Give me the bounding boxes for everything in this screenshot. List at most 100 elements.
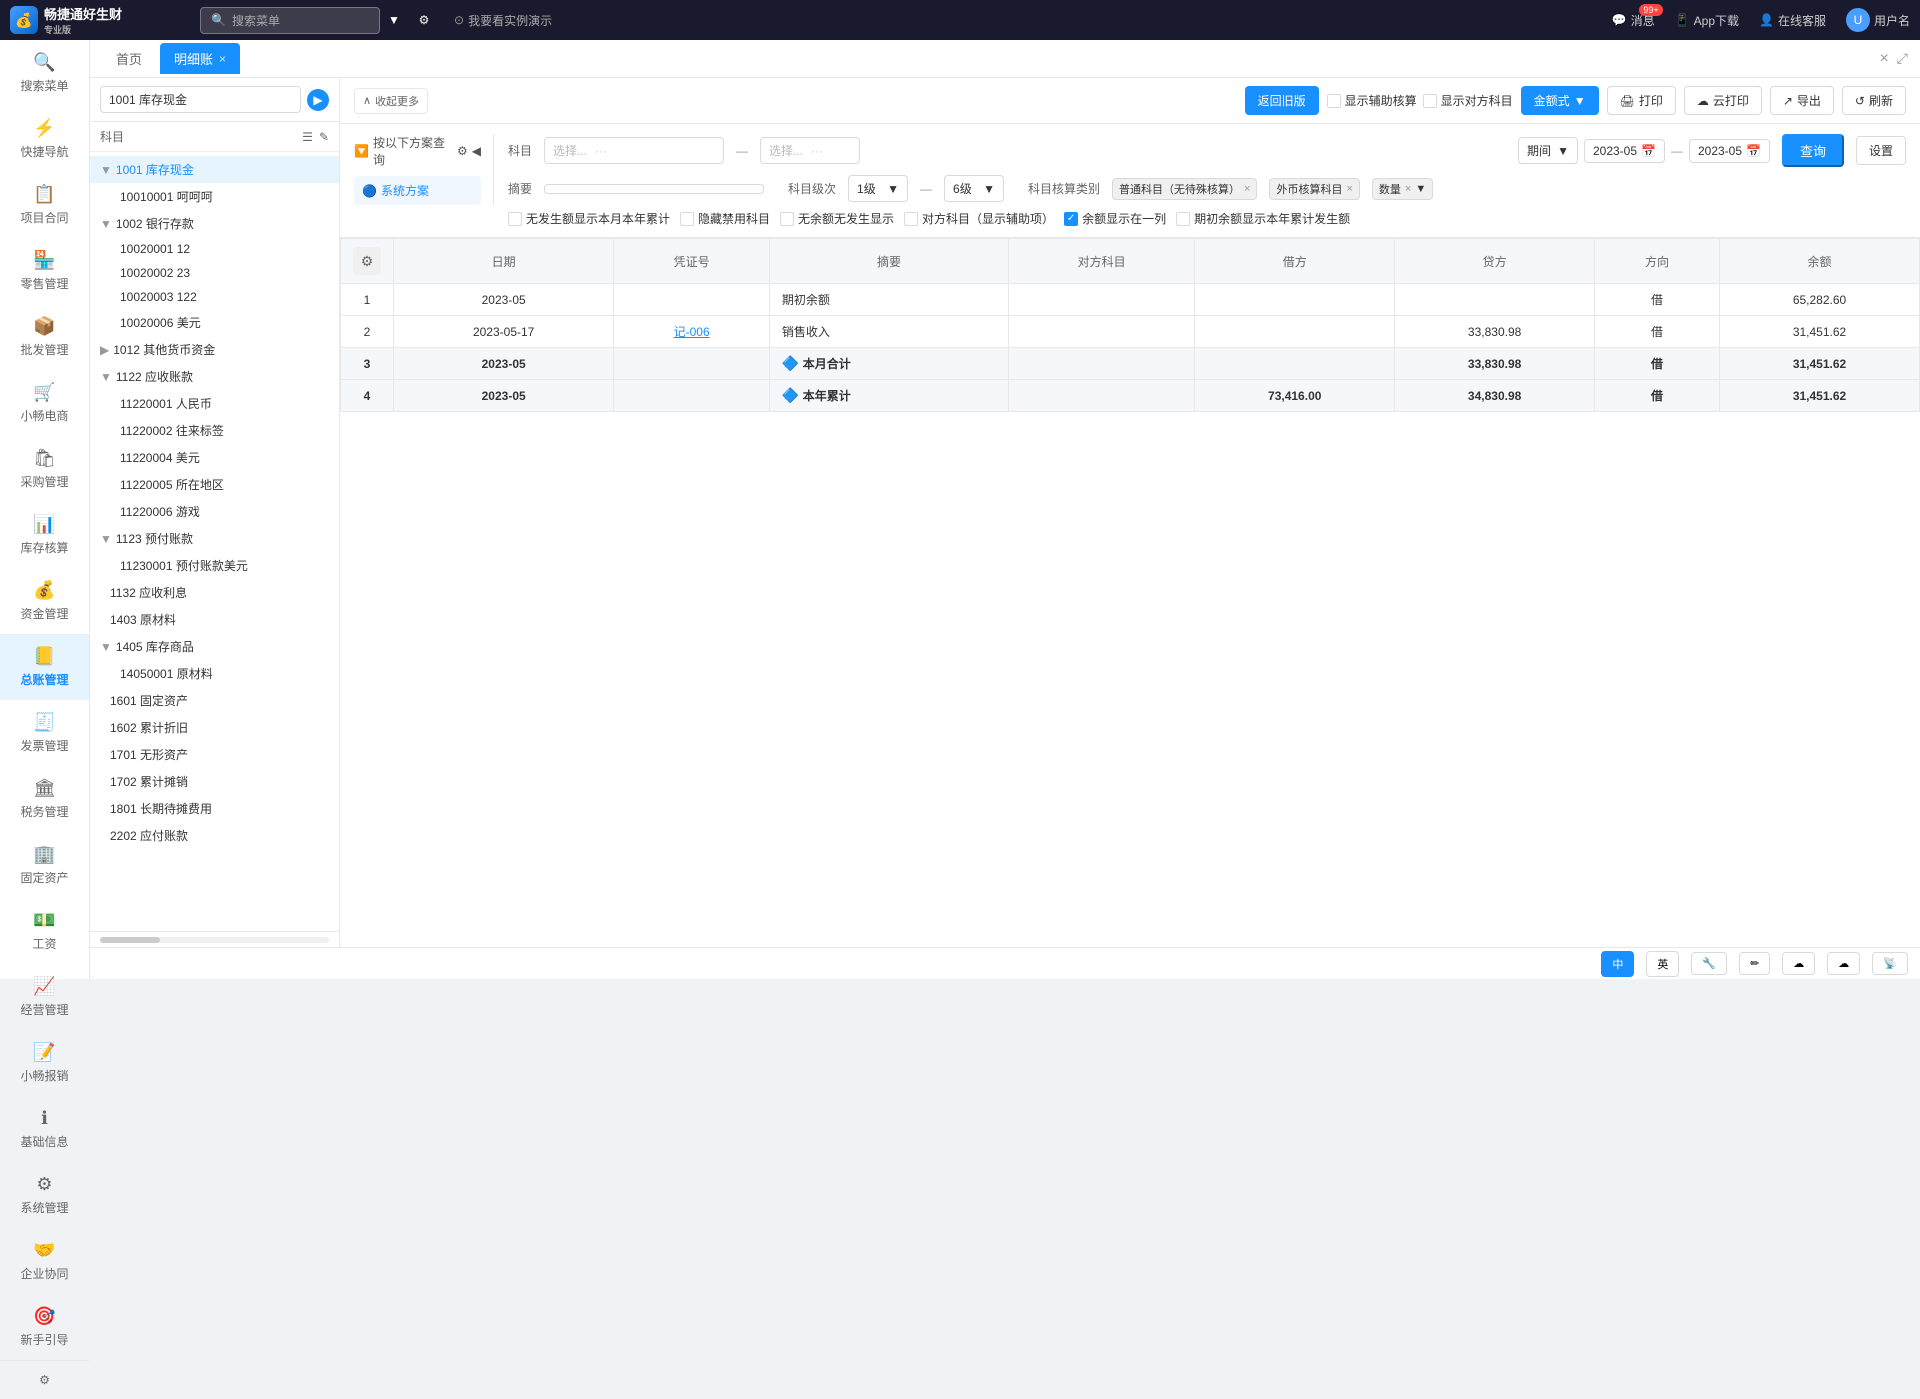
show-contra-checkbox-box[interactable] (1423, 94, 1437, 108)
tree-item-11220005[interactable]: 11220005 所在地区 (90, 471, 339, 498)
sidebar-item-purchase[interactable]: 🛍 采购管理 (0, 436, 89, 502)
tree-list-icon[interactable]: ☰ (302, 130, 313, 144)
display-mode-btn[interactable]: 金额式 ▼ (1521, 86, 1599, 115)
print-btn[interactable]: 🖨 打印 (1607, 86, 1676, 115)
summary-input[interactable] (544, 184, 764, 194)
dropdown-icon[interactable]: ▼ (388, 13, 402, 27)
cloud-print-btn[interactable]: ☁ 云打印 (1684, 86, 1762, 115)
settings-icon[interactable]: ⚙ (410, 6, 438, 34)
cb-balance-single-box[interactable]: ✓ (1064, 212, 1078, 226)
tree-item-10010001[interactable]: 10010001 呵呵呵 (90, 183, 339, 210)
sidebar-item-invoice[interactable]: 🧾 发票管理 (0, 700, 89, 766)
scrollbar-track[interactable] (100, 937, 329, 943)
show-contra-checkbox[interactable]: 显示对方科目 (1423, 92, 1513, 109)
scrollbar-thumb[interactable] (100, 937, 160, 943)
settings-round-icon[interactable]: ⚙ (457, 144, 468, 158)
subject-input[interactable]: 选择... ··· (544, 137, 724, 164)
subject-end-input[interactable]: 选择... ··· (760, 137, 860, 164)
cb-no-balance-box[interactable] (780, 212, 794, 226)
sidebar-item-cooperation[interactable]: 🤝 企业协同 (0, 1228, 89, 1294)
sidebar-item-finance[interactable]: 💰 资金管理 (0, 568, 89, 634)
system-scheme-btn[interactable]: 🔵 系统方案 (354, 176, 481, 205)
sidebar-item-retail[interactable]: 🏪 零售管理 (0, 238, 89, 304)
tree-item-10020006[interactable]: 10020006 美元 (90, 309, 339, 336)
tree-item-11230001[interactable]: 11230001 预付账款美元 (90, 552, 339, 579)
tab-home[interactable]: 首页 (102, 43, 156, 74)
query-btn[interactable]: 查询 (1782, 134, 1844, 167)
cb-no-occurrence[interactable]: 无发生额显示本月本年累计 (508, 210, 670, 227)
sidebar-item-operations[interactable]: 📈 经营管理 (0, 964, 89, 1030)
tag-quantity-arrow[interactable]: ▼ (1415, 183, 1426, 195)
sidebar-item-system[interactable]: ⚙ 系统管理 (0, 1162, 89, 1228)
cb-no-occurrence-box[interactable] (508, 212, 522, 226)
window-expand-btn[interactable]: ⤢ (1897, 50, 1908, 67)
app-download-btn[interactable]: 📱 App下载 (1675, 12, 1739, 29)
sidebar-item-basic-info[interactable]: ℹ 基础信息 (0, 1096, 89, 1162)
tree-item-1123[interactable]: ▼ 1123 预付账款 (90, 525, 339, 552)
show-aux-checkbox-box[interactable] (1327, 94, 1341, 108)
online-service-btn[interactable]: 👤 在线客服 (1759, 12, 1826, 29)
sidebar-item-project[interactable]: 📋 项目合同 (0, 172, 89, 238)
bottom-cloud-btn[interactable]: ☁ (1782, 952, 1815, 975)
tree-item-1001[interactable]: ▼ 1001 库存现金 (90, 156, 339, 183)
period-mode-select[interactable]: 期间 ▼ (1518, 137, 1578, 164)
export-btn[interactable]: ↗ 导出 (1770, 86, 1834, 115)
demo-link[interactable]: ⊙ 我要看实例演示 (454, 12, 552, 29)
cb-balance-single[interactable]: ✓ 余额显示在一列 (1064, 210, 1166, 227)
tree-item-2202[interactable]: 2202 应付账款 (90, 822, 339, 849)
sidebar-item-tax[interactable]: 🏛 税务管理 (0, 766, 89, 832)
bottom-cloud2-btn[interactable]: ☁ (1827, 952, 1860, 975)
sidebar-item-inventory[interactable]: 📊 库存核算 (0, 502, 89, 568)
tree-item-1601[interactable]: 1601 固定资产 (90, 687, 339, 714)
sidebar-item-ledger[interactable]: 📒 总账管理 (0, 634, 89, 700)
show-aux-checkbox[interactable]: 显示辅助核算 (1327, 92, 1417, 109)
search-menu[interactable]: 🔍 搜索菜单 (200, 7, 380, 34)
account-nav-btn[interactable]: ▶ (307, 89, 329, 111)
sidebar-item-search[interactable]: 🔍 搜索菜单 (0, 40, 89, 106)
level-to-select[interactable]: 6级 ▼ (944, 175, 1004, 202)
tag-foreign-close[interactable]: × (1346, 183, 1352, 195)
tree-item-1012[interactable]: ▶ 1012 其他货币资金 (90, 336, 339, 363)
period-start-input[interactable]: 2023-05 📅 (1584, 139, 1665, 163)
sidebar-item-assets[interactable]: 🏢 固定资产 (0, 832, 89, 898)
tree-item-1132[interactable]: 1132 应收利息 (90, 579, 339, 606)
tree-item-1701[interactable]: 1701 无形资产 (90, 741, 339, 768)
tree-item-10020001[interactable]: 10020001 12 (90, 237, 339, 261)
sidebar-item-wholesale[interactable]: 📦 批发管理 (0, 304, 89, 370)
sidebar-item-guide[interactable]: 🎯 新手引导 (0, 1294, 89, 1360)
tab-detail[interactable]: 明细账 × (160, 43, 240, 74)
cb-contra-subject[interactable]: 对方科目（显示辅助项） (904, 210, 1054, 227)
tree-item-14050001[interactable]: 14050001 原材料 (90, 660, 339, 687)
sidebar-item-quick-nav[interactable]: ⚡ 快捷导航 (0, 106, 89, 172)
messages-btn[interactable]: 💬 消息 99+ (1612, 12, 1655, 29)
sidebar-item-mini-shop[interactable]: 🛒 小畅电商 (0, 370, 89, 436)
level-from-select[interactable]: 1级 ▼ (848, 175, 908, 202)
tree-item-10020002[interactable]: 10020002 23 (90, 261, 339, 285)
bottom-edit-btn[interactable]: ✏ (1739, 952, 1770, 975)
cb-contra-subject-box[interactable] (904, 212, 918, 226)
voucher-link[interactable]: 记-006 (674, 325, 710, 339)
sidebar-item-report[interactable]: 📝 小畅报销 (0, 1030, 89, 1096)
cb-hide-forbidden-box[interactable] (680, 212, 694, 226)
bottom-signal-btn[interactable]: 📡 (1872, 952, 1908, 975)
tag-quantity-close[interactable]: × (1405, 183, 1411, 195)
col-settings[interactable]: ⚙ (341, 239, 394, 284)
period-end-input[interactable]: 2023-05 📅 (1689, 139, 1770, 163)
tree-item-11220004[interactable]: 11220004 美元 (90, 444, 339, 471)
user-avatar[interactable]: U 用户名 (1846, 8, 1910, 32)
lang-zh-btn[interactable]: 中 (1601, 951, 1634, 977)
back-old-version-btn[interactable]: 返回旧版 (1245, 86, 1319, 115)
tree-item-1801[interactable]: 1801 长期待摊费用 (90, 795, 339, 822)
tree-item-1403[interactable]: 1403 原材料 (90, 606, 339, 633)
window-close-btn[interactable]: × (1879, 50, 1888, 68)
account-selector[interactable]: 1001 库存现金 (100, 86, 301, 113)
cb-initial-balance[interactable]: 期初余额显示本年累计发生额 (1176, 210, 1350, 227)
refresh-btn[interactable]: ↺ 刷新 (1842, 86, 1906, 115)
tree-item-1602[interactable]: 1602 累计折旧 (90, 714, 339, 741)
tree-item-1405[interactable]: ▼ 1405 库存商品 (90, 633, 339, 660)
cb-hide-forbidden[interactable]: 隐藏禁用科目 (680, 210, 770, 227)
show-more-btn[interactable]: ∧ 收起更多 (354, 88, 428, 114)
sidebar-settings-btn[interactable]: ⚙ (0, 1361, 89, 1399)
cb-initial-balance-box[interactable] (1176, 212, 1190, 226)
lang-en-btn[interactable]: 英 (1646, 951, 1679, 977)
